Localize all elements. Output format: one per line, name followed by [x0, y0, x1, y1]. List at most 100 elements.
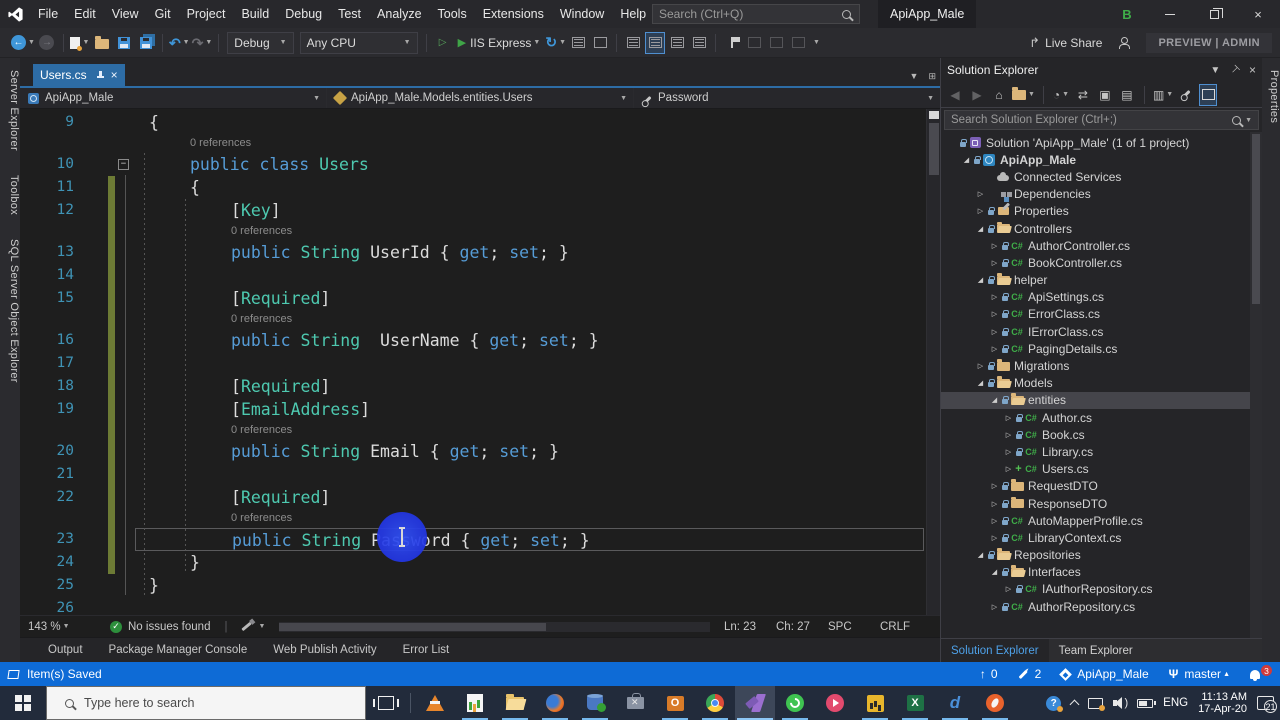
navigate-back-button[interactable]: ← ▼	[11, 32, 35, 54]
code-line[interactable]: 11{	[20, 176, 926, 199]
expander-icon[interactable]: ◢	[975, 276, 986, 284]
undo-button[interactable]: ↶ ▼	[169, 32, 190, 54]
menu-test[interactable]: Test	[330, 0, 369, 28]
show-hidden-icons-chevron[interactable]	[1069, 699, 1080, 710]
code-line[interactable]: 13 public String UserId { get; set; }	[20, 241, 926, 264]
toggle-comment-icon[interactable]	[623, 32, 643, 54]
tree-item-author-cs[interactable]: ▷ C# Author.cs	[941, 409, 1262, 426]
start-debugging-button[interactable]: ▶ IIS Express ▼	[458, 36, 541, 50]
taskbar-app-visual-studio[interactable]	[735, 686, 775, 720]
battery-icon[interactable]	[1137, 698, 1157, 708]
expander-icon[interactable]: ▷	[989, 482, 1000, 490]
expander-icon[interactable]: ▷	[989, 534, 1000, 542]
tree-item-errorclass-cs[interactable]: ▷ C# ErrorClass.cs	[941, 306, 1262, 323]
expander-icon[interactable]: ▷	[975, 362, 986, 370]
codelens-references[interactable]: 0 references	[231, 509, 292, 528]
health-indicator[interactable]: ✓ No issues found	[110, 620, 210, 633]
menu-analyze[interactable]: Analyze	[369, 0, 429, 28]
pin-panel-icon[interactable]: ⊤	[1228, 63, 1242, 77]
menu-project[interactable]: Project	[179, 0, 234, 28]
save-all-button[interactable]	[136, 32, 156, 54]
tree-item-library-cs[interactable]: ▷ C# Library.cs	[941, 443, 1262, 460]
menu-debug[interactable]: Debug	[277, 0, 330, 28]
close-tab-icon[interactable]: ×	[111, 68, 118, 82]
codelens-references[interactable]: 0 references	[190, 134, 251, 153]
tree-item-apisettings-cs[interactable]: ▷ C# ApiSettings.cs	[941, 289, 1262, 306]
current-repository[interactable]: ApiApp_Male	[1051, 662, 1158, 686]
switch-views-icon[interactable]: ▼	[1012, 84, 1035, 106]
tree-item-responsedto[interactable]: ▷ ResponseDTO	[941, 495, 1262, 512]
action-center-icon[interactable]: 21	[1257, 696, 1277, 713]
tree-item-automapperprofile-cs[interactable]: ▷ C# AutoMapperProfile.cs	[941, 512, 1262, 529]
sync-with-active-document-icon[interactable]: ⇄	[1074, 84, 1092, 106]
taskbar-app-firefox[interactable]	[535, 686, 575, 720]
menu-view[interactable]: View	[104, 0, 147, 28]
code-line[interactable]: 19[EmailAddress]	[20, 398, 926, 421]
navigate-forward-button[interactable]: →	[37, 32, 57, 54]
taskbar-app-whatsapp[interactable]	[775, 686, 815, 720]
taskbar-app-outlook[interactable]: O	[655, 686, 695, 720]
solution-tree-scrollbar[interactable]	[1250, 132, 1262, 638]
increase-indent-icon[interactable]	[689, 32, 709, 54]
tree-item-book-cs[interactable]: ▷ C# Book.cs	[941, 426, 1262, 443]
side-tab-sql-server-object-explorer[interactable]: SQL Server Object Explorer	[0, 229, 20, 393]
view-code-icon[interactable]: ▥ ▼	[1153, 84, 1173, 106]
taskbar-app-report[interactable]	[455, 686, 495, 720]
space-indicator[interactable]: SPC	[828, 621, 880, 633]
taskbar-app-chrome[interactable]	[695, 686, 735, 720]
menu-edit[interactable]: Edit	[66, 0, 104, 28]
menu-tools[interactable]: Tools	[430, 0, 475, 28]
taskbar-app-file-explorer[interactable]	[495, 686, 535, 720]
panel-tab-output[interactable]: Output	[48, 644, 83, 656]
codelens-row[interactable]: 0 references	[20, 421, 926, 440]
bookmark-icon[interactable]	[722, 32, 742, 54]
taskbar-app-ssms[interactable]	[575, 686, 615, 720]
editor-options-icon[interactable]: ⊞	[928, 71, 936, 82]
tree-item-helper[interactable]: ◢ helper	[941, 272, 1262, 289]
tree-item-entities[interactable]: ◢ entities	[941, 391, 1262, 409]
refresh-button[interactable]: ↻ ▼	[545, 32, 566, 54]
code-line[interactable]: 21	[20, 463, 926, 486]
menu-help[interactable]: Help	[612, 0, 654, 28]
expander-icon[interactable]: ◢	[975, 551, 986, 559]
comment-selection-icon[interactable]	[645, 31, 666, 54]
tree-item-ierrorclass-cs[interactable]: ▷ C# IErrorClass.cs	[941, 323, 1262, 340]
minimize-button[interactable]	[1148, 0, 1192, 28]
expander-icon[interactable]: ▷	[989, 517, 1000, 525]
panel-tab-package-manager-console[interactable]: Package Manager Console	[109, 644, 248, 656]
expander-icon[interactable]: ▷	[989, 345, 1000, 353]
expander-icon[interactable]: ▷	[975, 207, 986, 215]
taskbar-app-opera[interactable]	[975, 686, 1015, 720]
browser-link-button[interactable]	[568, 32, 588, 54]
menu-git[interactable]: Git	[147, 0, 179, 28]
code-line[interactable]: 14	[20, 264, 926, 287]
close-panel-icon[interactable]: ×	[1249, 63, 1256, 77]
expander-icon[interactable]: ▷	[1003, 414, 1014, 422]
code-cleanup-icon[interactable]	[241, 621, 253, 632]
editor-scrollbar[interactable]	[926, 109, 940, 615]
code-line[interactable]: 23public String Password { get; set; }	[20, 528, 926, 551]
tree-item-authorcontroller-cs[interactable]: ▷ C# AuthorController.cs	[941, 237, 1262, 254]
breadcrumb-type[interactable]: ApiApp_Male.Models.entities.Users ▼	[327, 88, 633, 108]
next-bookmark-icon[interactable]	[766, 32, 786, 54]
eol-indicator[interactable]: CRLF	[880, 621, 932, 633]
expander-icon[interactable]: ◢	[989, 568, 1000, 576]
codelens-row[interactable]: 0 references	[20, 222, 926, 241]
tree-item-connected-services[interactable]: Connected Services	[941, 168, 1262, 185]
menu-window[interactable]: Window	[552, 0, 612, 28]
codelens-row[interactable]: 0 references	[20, 310, 926, 329]
expander-icon[interactable]: ▷	[1003, 585, 1014, 593]
open-file-button[interactable]	[92, 32, 112, 54]
preview-selected-items-icon[interactable]	[1199, 83, 1218, 106]
home-icon[interactable]: ⌂	[990, 84, 1008, 106]
tree-item-users-cs[interactable]: ▷ + C# Users.cs	[941, 461, 1262, 478]
pin-tab-icon[interactable]	[96, 71, 104, 79]
redo-button[interactable]: ↷ ▼	[192, 32, 213, 54]
account-avatar[interactable]: B	[1115, 0, 1139, 28]
expander-icon[interactable]: ▷	[989, 242, 1000, 250]
tree-item-requestdto[interactable]: ▷ RequestDTO	[941, 478, 1262, 495]
help-tray-icon[interactable]: ?	[1046, 695, 1064, 712]
expander-icon[interactable]: ▷	[989, 293, 1000, 301]
tab-list-dropdown-icon[interactable]: ▼	[910, 71, 919, 82]
expander-icon[interactable]: ▷	[989, 328, 1000, 336]
